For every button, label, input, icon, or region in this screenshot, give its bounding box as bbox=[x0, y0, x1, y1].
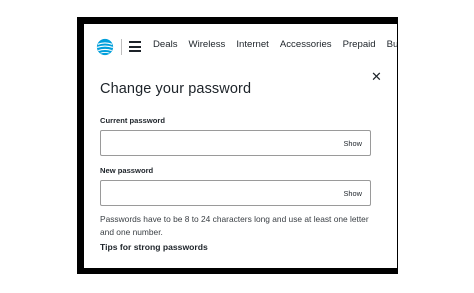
current-password-label: Current password bbox=[100, 116, 165, 125]
hamburger-menu-icon[interactable] bbox=[129, 41, 141, 52]
close-icon[interactable]: ✕ bbox=[371, 70, 382, 83]
nav-link-internet[interactable]: Internet bbox=[236, 39, 269, 50]
nav-links: Deals Wireless Internet Accessories Prep… bbox=[153, 39, 397, 50]
new-password-label: New password bbox=[100, 166, 154, 175]
att-globe-logo[interactable] bbox=[96, 38, 114, 56]
show-new-password-button[interactable]: Show bbox=[344, 189, 363, 198]
top-navigation: Deals Wireless Internet Accessories Prep… bbox=[84, 24, 397, 70]
nav-link-prepaid[interactable]: Prepaid bbox=[343, 39, 376, 50]
tips-strong-passwords-link[interactable]: Tips for strong passwords bbox=[100, 242, 208, 252]
nav-link-accessories[interactable]: Accessories bbox=[280, 39, 332, 50]
nav-divider bbox=[121, 39, 122, 55]
nav-link-deals[interactable]: Deals bbox=[153, 39, 178, 50]
current-password-field[interactable]: Show bbox=[100, 130, 371, 156]
nav-link-business[interactable]: Busi bbox=[387, 39, 397, 50]
new-password-field[interactable]: Show bbox=[100, 180, 371, 206]
page-screen: Deals Wireless Internet Accessories Prep… bbox=[84, 24, 397, 268]
password-requirements-text: Passwords have to be 8 to 24 characters … bbox=[100, 214, 369, 237]
nav-link-wireless[interactable]: Wireless bbox=[189, 39, 226, 50]
show-current-password-button[interactable]: Show bbox=[344, 139, 363, 148]
dialog-title: Change your password bbox=[100, 81, 252, 97]
